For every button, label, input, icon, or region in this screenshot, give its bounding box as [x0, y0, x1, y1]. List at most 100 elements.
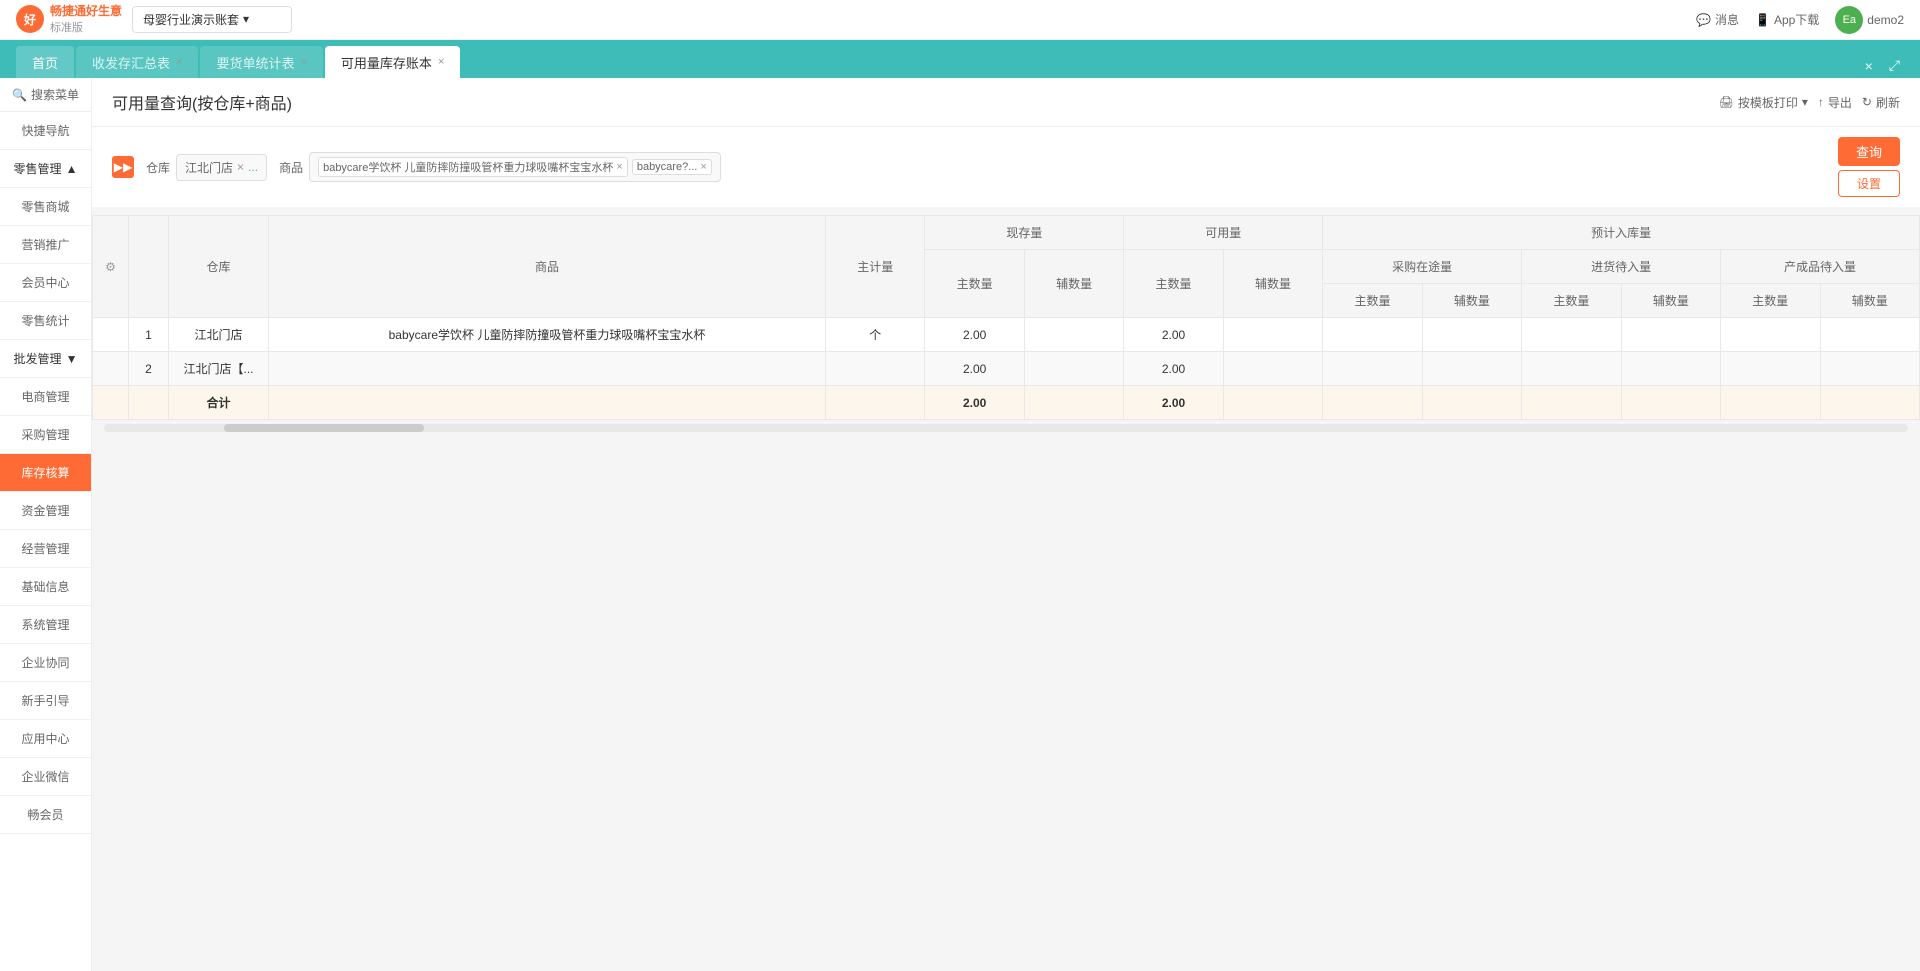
td-summary-product — [269, 386, 826, 420]
expand-filter-btn[interactable]: ▶▶ — [112, 156, 134, 178]
sidebar-item-purchase-mgmt-label: 采购管理 — [21, 426, 69, 443]
sidebar-item-inventory-check[interactable]: 库存核算 — [0, 454, 91, 492]
sidebar: 🔍 搜索菜单 快捷导航 零售管理 ▲ 零售商城 营销推广 会员中心 零售统计 批… — [0, 78, 92, 971]
search-icon: 🔍 — [12, 88, 27, 102]
warehouse-more-btn[interactable]: ... — [248, 160, 258, 174]
td-unit-1: 个 — [825, 318, 924, 352]
template-print-label: 按模板打印 — [1738, 94, 1798, 111]
td-num-2: 2 — [129, 352, 169, 386]
summary-row: 合计 2.00 2.00 — [93, 386, 1920, 420]
export-btn[interactable]: ↑ 导出 — [1818, 94, 1852, 111]
sidebar-item-system-mgmt[interactable]: 系统管理 — [0, 606, 91, 644]
product-input[interactable]: babycare学饮杯 儿童防摔防撞吸管杯重力球吸嘴杯宝宝水杯 × babyca… — [309, 152, 721, 182]
sidebar-item-operation-mgmt[interactable]: 经营管理 — [0, 530, 91, 568]
company-name: 母婴行业演示账套 — [143, 11, 239, 28]
td-summary-warehouse: 合计 — [169, 386, 269, 420]
sidebar-quick-nav[interactable]: 快捷导航 — [0, 112, 91, 150]
fullscreen-btn[interactable]: ⤢ — [1885, 53, 1904, 78]
sidebar-item-retail-mall[interactable]: 零售商城 — [0, 188, 91, 226]
product-tag-2-text: babycare?... — [637, 161, 698, 173]
th-warehouse: 仓库 — [169, 216, 269, 318]
sidebar-item-enterprise-wechat[interactable]: 企业微信 — [0, 758, 91, 796]
sidebar-item-wholesale-mgmt-label: 批发管理 — [14, 350, 62, 367]
th-incoming-main-qty: 主数量 — [1522, 284, 1621, 318]
td-current-main-1: 2.00 — [925, 318, 1024, 352]
data-table: ⚙ 仓库 商品 主计量 现存量 — [92, 215, 1920, 420]
tab-receive-pay[interactable]: 收发存汇总表 × — [76, 46, 198, 78]
scroll-thumb[interactable] — [224, 424, 424, 432]
tab-goods-stat[interactable]: 要货单统计表 × — [200, 46, 322, 78]
user-action[interactable]: Ea demo2 — [1835, 6, 1904, 34]
column-settings-icon[interactable]: ⚙ — [105, 260, 116, 274]
nav-tabs: 首页 收发存汇总表 × 要货单统计表 × 可用量库存账本 × × ⤢ — [0, 40, 1920, 78]
scroll-track[interactable] — [104, 424, 1908, 432]
sidebar-item-wholesale-mgmt[interactable]: 批发管理 ▼ — [0, 340, 91, 378]
refresh-btn[interactable]: ↻ 刷新 — [1862, 94, 1900, 111]
tab-receive-pay-close[interactable]: × — [176, 56, 182, 68]
sidebar-item-finance-mgmt[interactable]: 资金管理 — [0, 492, 91, 530]
tab-available-stock[interactable]: 可用量库存账本 × — [325, 46, 460, 78]
td-summary-num — [129, 386, 169, 420]
sidebar-item-purchase-mgmt[interactable]: 采购管理 — [0, 416, 91, 454]
td-summary-production-main — [1721, 386, 1820, 420]
th-available-label: 可用量 — [1205, 226, 1241, 240]
th-available-aux-qty: 辅数量 — [1223, 250, 1322, 318]
td-available-main-2: 2.00 — [1124, 352, 1223, 386]
product-tag-1-del[interactable]: × — [616, 161, 622, 173]
sidebar-item-member-pro[interactable]: 畅会员 — [0, 796, 91, 834]
th-planned-label: 预计入库量 — [1591, 226, 1651, 240]
tab-goods-stat-close[interactable]: × — [300, 56, 306, 68]
td-warehouse-1: 江北门店 — [169, 318, 269, 352]
sidebar-item-app-center[interactable]: 应用中心 — [0, 720, 91, 758]
th-available-group: 可用量 — [1124, 216, 1323, 250]
logo-area: 好 畅捷通好生意 标准版 — [16, 4, 122, 34]
sidebar-item-retail-stats-label: 零售统计 — [21, 312, 69, 329]
tab-available-stock-close[interactable]: × — [438, 56, 444, 68]
message-action[interactable]: 💬 消息 — [1696, 11, 1739, 28]
sidebar-item-basic-info[interactable]: 基础信息 — [0, 568, 91, 606]
top-bar-left: 好 畅捷通好生意 标准版 母婴行业演示账套 ▾ — [16, 4, 292, 34]
sidebar-item-operation-mgmt-label: 经营管理 — [21, 540, 69, 557]
th-warehouse-label: 仓库 — [206, 260, 230, 274]
sidebar-item-ecommerce-mgmt[interactable]: 电商管理 — [0, 378, 91, 416]
warehouse-input[interactable]: 江北门店 × ... — [176, 154, 267, 181]
app-download-action[interactable]: 📱 App下载 — [1755, 11, 1819, 28]
td-available-main-1: 2.00 — [1124, 318, 1223, 352]
td-summary-purchase-aux — [1422, 386, 1521, 420]
app-download-label: App下载 — [1774, 11, 1819, 28]
sidebar-item-inventory-check-label: 库存核算 — [21, 464, 69, 481]
product-label: 商品 — [279, 159, 303, 176]
sidebar-item-retail-mgmt-label: 零售管理 — [14, 160, 62, 177]
close-all-tabs-btn[interactable]: × — [1861, 54, 1877, 78]
th-product-label: 商品 — [535, 260, 559, 274]
dropdown-icon: ▾ — [243, 12, 249, 26]
sidebar-item-member-center[interactable]: 会员中心 — [0, 264, 91, 302]
template-print-btn[interactable]: 🖨 按模板打印 ▾ — [1719, 94, 1808, 111]
sidebar-item-new-guide-label: 新手引导 — [21, 692, 69, 709]
filter-bar: ▶▶ 仓库 江北门店 × ... 商品 babycare学饮杯 儿童防摔防撞吸管… — [92, 127, 1920, 207]
td-current-aux-1 — [1024, 318, 1123, 352]
sidebar-search[interactable]: 🔍 搜索菜单 — [0, 78, 91, 112]
td-production-aux-1 — [1820, 318, 1920, 352]
td-incoming-aux-2 — [1621, 352, 1720, 386]
td-summary-unit — [825, 386, 924, 420]
product-tag-2-del[interactable]: × — [700, 161, 706, 173]
sidebar-item-retail-stats[interactable]: 零售统计 — [0, 302, 91, 340]
sidebar-item-new-guide[interactable]: 新手引导 — [0, 682, 91, 720]
th-unit: 主计量 — [825, 216, 924, 318]
company-select[interactable]: 母婴行业演示账套 ▾ — [132, 6, 292, 33]
tab-home[interactable]: 首页 — [16, 46, 74, 78]
td-current-main-2: 2.00 — [925, 352, 1024, 386]
layout: 🔍 搜索菜单 快捷导航 零售管理 ▲ 零售商城 营销推广 会员中心 零售统计 批… — [0, 78, 1920, 971]
sidebar-item-enterprise-collab[interactable]: 企业协同 — [0, 644, 91, 682]
warehouse-tag-del[interactable]: × — [237, 160, 244, 174]
th-planned-group: 预计入库量 — [1323, 216, 1920, 250]
main-content: 可用量查询(按仓库+商品) 🖨 按模板打印 ▾ ↑ 导出 ↻ 刷新 ▶▶ — [92, 78, 1920, 971]
setting-button[interactable]: 设置 — [1838, 170, 1900, 197]
sidebar-item-retail-mgmt[interactable]: 零售管理 ▲ — [0, 150, 91, 188]
sidebar-item-marketing[interactable]: 营销推广 — [0, 226, 91, 264]
sidebar-item-member-pro-label: 畅会员 — [27, 806, 63, 823]
th-purchase-main-qty: 主数量 — [1323, 284, 1422, 318]
query-button[interactable]: 查询 — [1838, 137, 1900, 166]
page-header-actions: 🖨 按模板打印 ▾ ↑ 导出 ↻ 刷新 — [1719, 94, 1900, 111]
